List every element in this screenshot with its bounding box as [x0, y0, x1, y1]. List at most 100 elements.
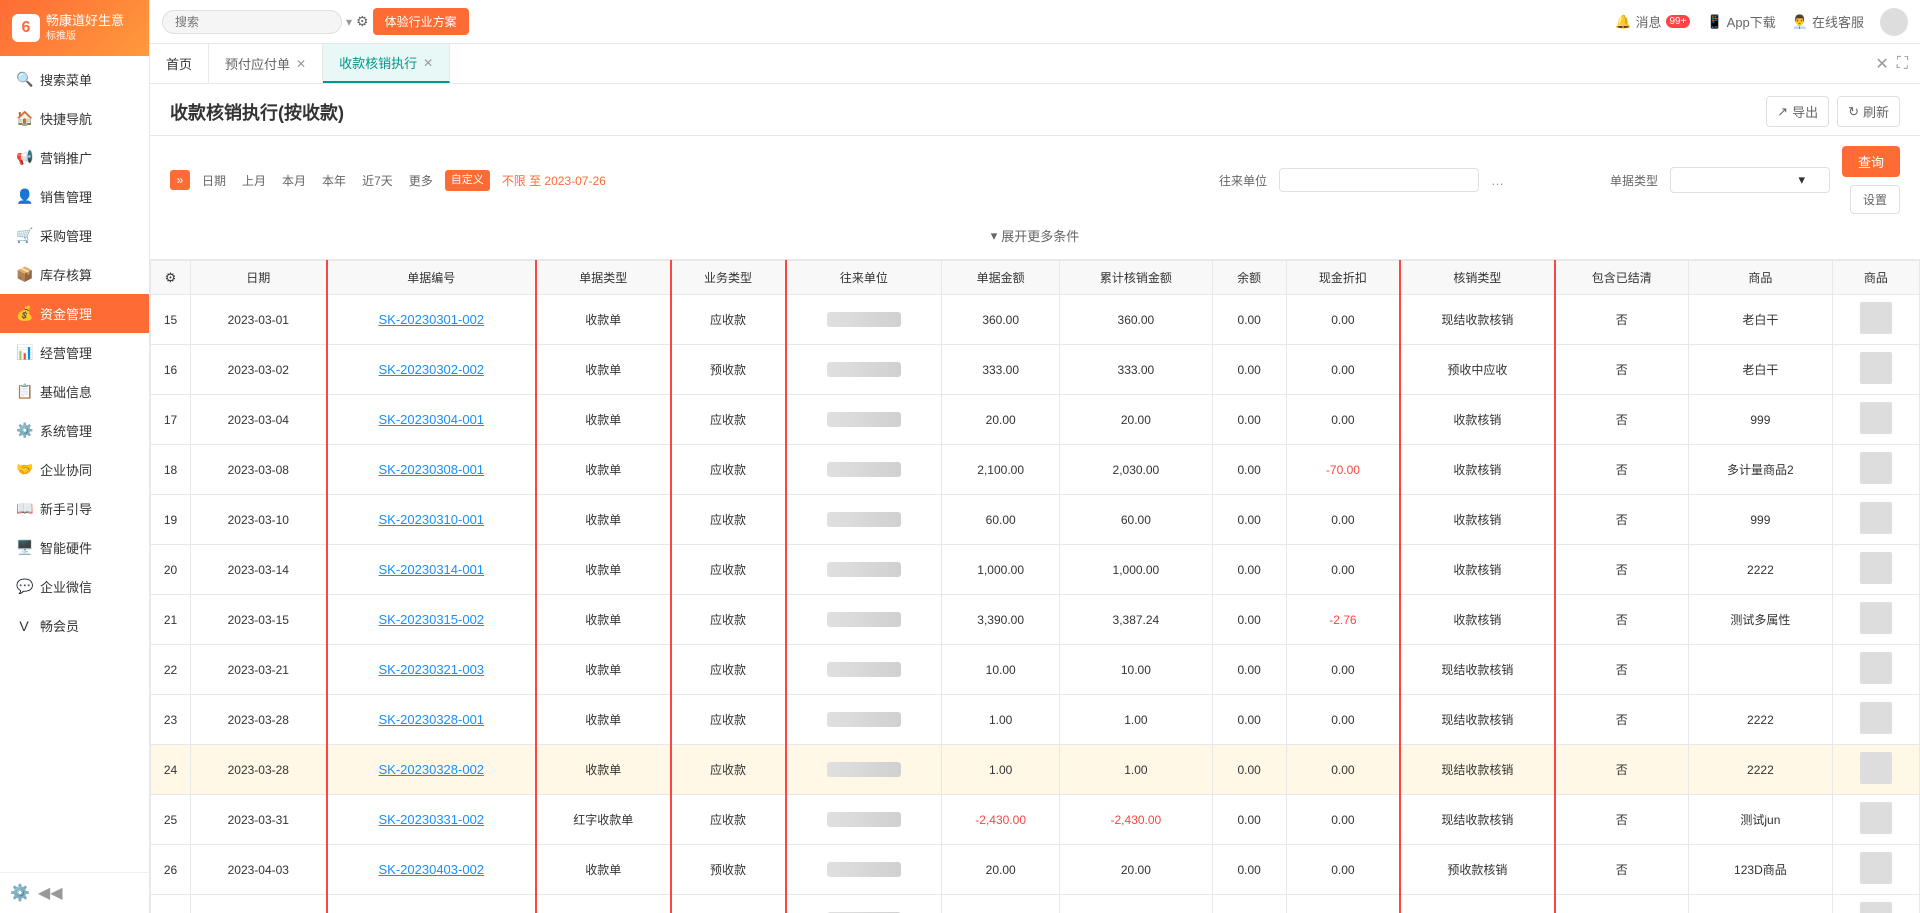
- sidebar-nav: 🔍搜索菜单🏠快捷导航📢营销推广👤销售管理🛒采购管理📦库存核算💰资金管理📊经营管理…: [0, 56, 149, 872]
- filter-partner-input[interactable]: [1279, 168, 1479, 192]
- cell-product: 多计量商品2: [1688, 445, 1832, 495]
- col-date[interactable]: 日期: [191, 261, 327, 295]
- sidebar-item-guide[interactable]: 📖新手引导: [0, 489, 149, 528]
- tab-expand-icon[interactable]: ⛶: [1897, 55, 1908, 73]
- col-product-img[interactable]: 商品: [1832, 261, 1919, 295]
- topbar-chevron-icon[interactable]: ▾: [346, 15, 352, 29]
- col-balance[interactable]: 余额: [1212, 261, 1286, 295]
- sidebar-item-member[interactable]: V畅会员: [0, 606, 149, 645]
- cell-write-off-type: 现结收款核销: [1400, 295, 1554, 345]
- col-include-settled[interactable]: 包含已结清: [1555, 261, 1689, 295]
- col-biz-type[interactable]: 业务类型: [671, 261, 786, 295]
- col-bill-amount[interactable]: 单据金额: [942, 261, 1060, 295]
- tab-collection-close[interactable]: ✕: [423, 56, 433, 70]
- bill-no-link[interactable]: SK-20230314-001: [379, 562, 485, 577]
- filter-last-7[interactable]: 近7天: [358, 170, 397, 191]
- cell-bill-no: SK-20230403-002: [327, 845, 536, 895]
- sidebar-item-sales[interactable]: 👤销售管理: [0, 177, 149, 216]
- refresh-button[interactable]: ↻ 刷新: [1837, 96, 1900, 127]
- cell-balance: 0.00: [1212, 445, 1286, 495]
- cell-bill-type: 收款单: [536, 845, 671, 895]
- cell-cash-discount: 0.00: [1286, 795, 1400, 845]
- phone-icon: 📱: [1706, 14, 1722, 30]
- tab-payable-close[interactable]: ✕: [296, 57, 306, 71]
- col-bill-no[interactable]: 单据编号: [327, 261, 536, 295]
- tab-payable[interactable]: 预付应付单 ✕: [209, 44, 323, 83]
- filter-more[interactable]: 更多: [405, 170, 437, 191]
- settings-icon[interactable]: ⚙️: [10, 883, 30, 903]
- cell-accum-amount: 20.00: [1060, 845, 1213, 895]
- cell-bill-no: SK-20230315-002: [327, 595, 536, 645]
- tab-home[interactable]: 首页: [150, 44, 209, 83]
- sidebar-item-operation[interactable]: 📊经营管理: [0, 333, 149, 372]
- collapse-icon[interactable]: ◀◀: [38, 883, 63, 903]
- sidebar-item-basic[interactable]: 📋基础信息: [0, 372, 149, 411]
- sidebar-item-marketing[interactable]: 📢营销推广: [0, 138, 149, 177]
- bill-no-link[interactable]: SK-20230301-002: [379, 312, 485, 327]
- sidebar-item-search[interactable]: 🔍搜索菜单: [0, 60, 149, 99]
- sidebar-item-label: 系统管理: [40, 421, 92, 440]
- cell-bill-type: 收款单: [536, 495, 671, 545]
- cell-date: 2023-03-21: [191, 645, 327, 695]
- cell-cash-discount: -70.00: [1286, 445, 1400, 495]
- bill-no-link[interactable]: SK-20230310-001: [379, 512, 485, 527]
- bill-no-link[interactable]: SK-20230302-002: [379, 362, 485, 377]
- col-write-off-type[interactable]: 核销类型: [1400, 261, 1554, 295]
- cell-date: 2023-04-08: [191, 895, 327, 913]
- cell-accum-amount: 360.00: [1060, 295, 1213, 345]
- col-partner[interactable]: 往来单位: [786, 261, 942, 295]
- col-gear[interactable]: ⚙: [151, 261, 191, 295]
- messages-button[interactable]: 🔔 消息 99+: [1615, 12, 1690, 31]
- cell-bill-no: SK-20230308-001: [327, 445, 536, 495]
- sidebar-item-inventory[interactable]: 📦库存核算: [0, 255, 149, 294]
- cell-include-settled: 否: [1555, 795, 1689, 845]
- message-badge: 99+: [1666, 15, 1691, 28]
- purchase-icon: 🛒: [16, 227, 32, 244]
- tab-collection[interactable]: 收款核销执行 ✕: [323, 44, 450, 83]
- bill-no-link[interactable]: SK-20230321-003: [379, 662, 485, 677]
- online-support-button[interactable]: 👨‍💼 在线客服: [1792, 12, 1864, 31]
- bill-no-link[interactable]: SK-20230308-001: [379, 462, 485, 477]
- bill-no-link[interactable]: SK-20230331-002: [379, 812, 485, 827]
- sidebar-item-hardware[interactable]: 🖥️智能硬件: [0, 528, 149, 567]
- bill-no-link[interactable]: SK-20230304-001: [379, 412, 485, 427]
- solution-button[interactable]: 体验行业方案: [373, 8, 469, 35]
- topbar-gear-icon[interactable]: ⚙: [356, 13, 369, 30]
- topbar-search-input[interactable]: [162, 10, 342, 34]
- bill-no-link[interactable]: SK-20230328-001: [379, 712, 485, 727]
- cell-bill-amount: 1.00: [942, 745, 1060, 795]
- settings-button[interactable]: 设置: [1850, 185, 1900, 214]
- member-icon: V: [16, 618, 32, 634]
- tab-close-icon[interactable]: ✕: [1875, 54, 1888, 74]
- app-download-button[interactable]: 📱 App下载: [1706, 12, 1775, 31]
- filter-expand[interactable]: ▾ 展开更多条件: [170, 222, 1900, 249]
- sidebar-item-system[interactable]: ⚙️系统管理: [0, 411, 149, 450]
- cell-seq: 20: [151, 545, 191, 595]
- sidebar-item-wechat[interactable]: 💬企业微信: [0, 567, 149, 606]
- logo-text: 畅康道好生意 标推版: [46, 13, 124, 43]
- bill-no-link[interactable]: SK-20230403-002: [379, 862, 485, 877]
- filter-this-month[interactable]: 本月: [278, 170, 310, 191]
- filter-receipt-type-select[interactable]: ▾: [1670, 167, 1830, 193]
- product-thumbnail: [1860, 902, 1892, 913]
- filter-toggle-button[interactable]: »: [170, 170, 190, 190]
- bill-no-link[interactable]: SK-20230328-002: [379, 762, 485, 777]
- sidebar-item-corp[interactable]: 🤝企业协同: [0, 450, 149, 489]
- cell-include-settled: 否: [1555, 295, 1689, 345]
- export-button[interactable]: ↗ 导出: [1766, 96, 1829, 127]
- filter-custom[interactable]: 自定义: [445, 170, 490, 191]
- col-product[interactable]: 商品: [1688, 261, 1832, 295]
- user-avatar[interactable]: [1880, 8, 1908, 36]
- filter-last-month[interactable]: 上月: [238, 170, 270, 191]
- filter-this-year[interactable]: 本年: [318, 170, 350, 191]
- sidebar-item-finance[interactable]: 💰资金管理: [0, 294, 149, 333]
- bill-no-link[interactable]: SK-20230315-002: [379, 612, 485, 627]
- sidebar-item-purchase[interactable]: 🛒采购管理: [0, 216, 149, 255]
- col-bill-type[interactable]: 单据类型: [536, 261, 671, 295]
- cell-partner: ████████: [786, 895, 942, 913]
- cell-date: 2023-03-08: [191, 445, 327, 495]
- sidebar-item-shortcut[interactable]: 🏠快捷导航: [0, 99, 149, 138]
- query-button[interactable]: 查询: [1842, 146, 1900, 177]
- col-cash-discount[interactable]: 现金折扣: [1286, 261, 1400, 295]
- col-accum-amount[interactable]: 累计核销金额: [1060, 261, 1213, 295]
